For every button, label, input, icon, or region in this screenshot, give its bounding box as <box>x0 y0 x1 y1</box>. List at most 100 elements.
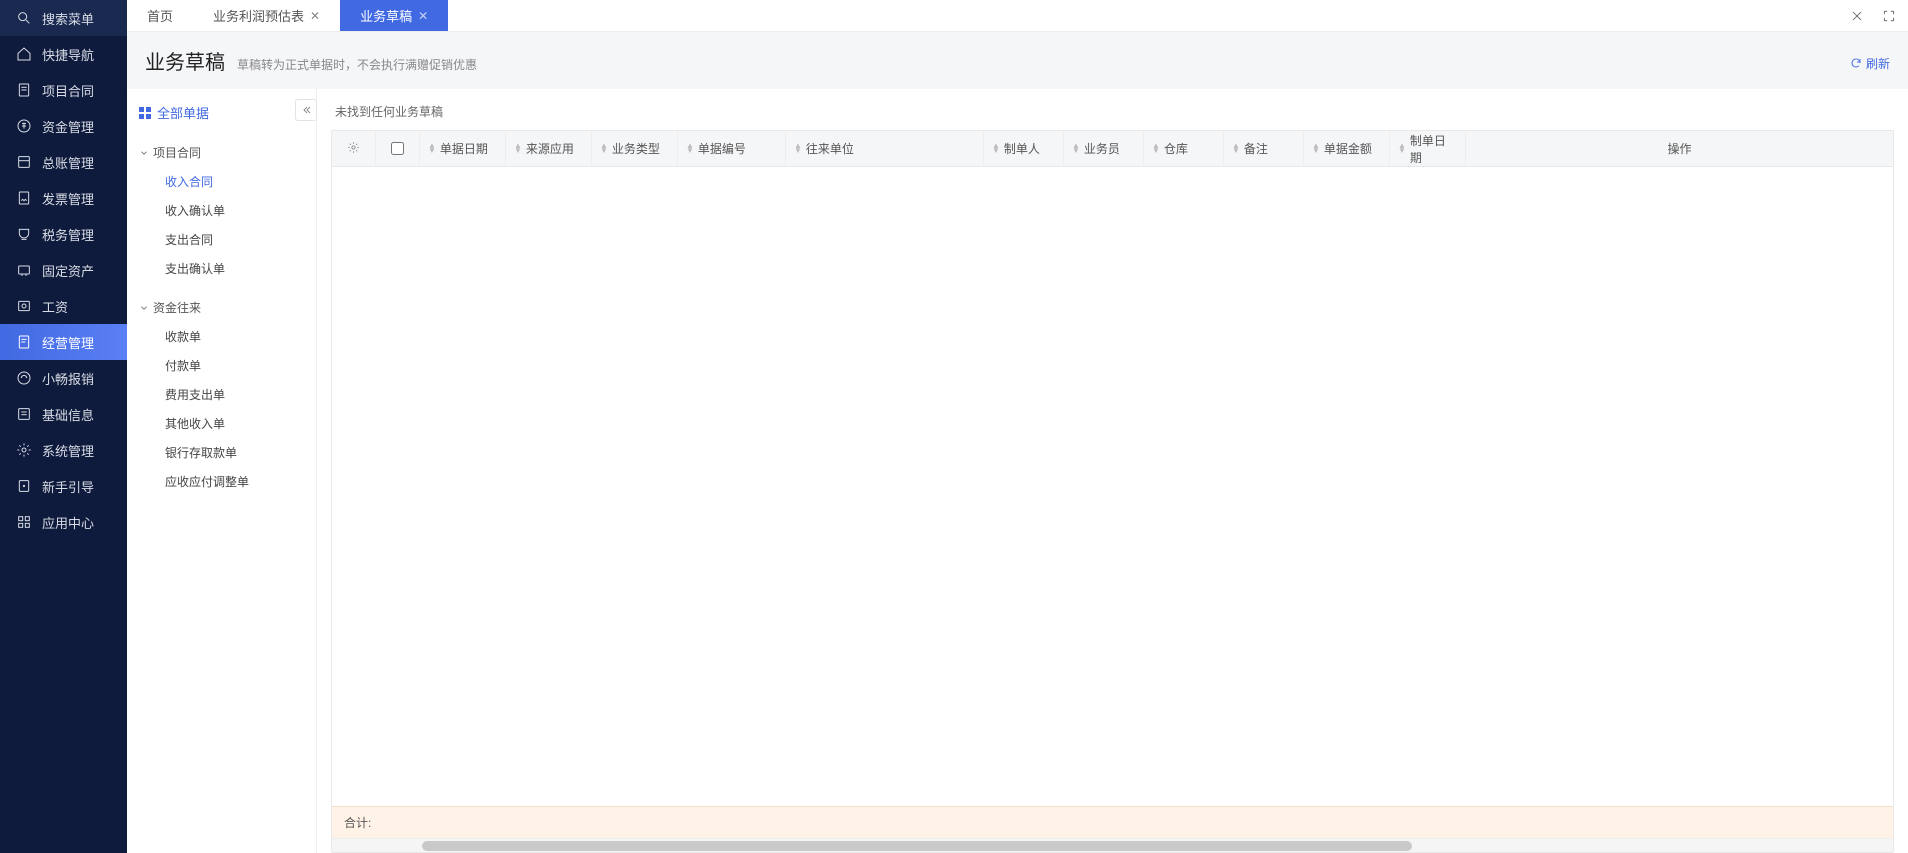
refresh-button[interactable]: 刷新 <box>1850 55 1890 72</box>
sidebar-item-label: 总账管理 <box>42 153 94 172</box>
collapse-tree-button[interactable] <box>295 99 317 121</box>
chevron-left-icon <box>300 104 312 116</box>
sidebar-item-ledger[interactable]: 总账管理 <box>0 144 127 180</box>
sidebar-item-label: 经营管理 <box>42 333 94 352</box>
refresh-label: 刷新 <box>1866 55 1890 72</box>
select-all-checkbox[interactable] <box>376 131 420 166</box>
table-footer-total: 合计: <box>332 806 1893 838</box>
sidebar-item-reimburse[interactable]: 小畅报销 <box>0 360 127 396</box>
invoice-icon <box>16 190 32 206</box>
sort-icon: ▲▼ <box>1152 144 1160 154</box>
tree-header-label: 全部单据 <box>157 103 209 122</box>
money-icon <box>16 118 32 134</box>
sidebar-item-appcenter[interactable]: 应用中心 <box>0 504 127 540</box>
sidebar-item-guide[interactable]: 新手引导 <box>0 468 127 504</box>
close-icon[interactable]: ✕ <box>310 9 320 23</box>
tree-leaf-income-contract[interactable]: 收入合同 <box>127 167 316 196</box>
sort-icon: ▲▼ <box>686 144 694 154</box>
sidebar-item-label: 工资 <box>42 297 68 316</box>
total-label: 合计: <box>344 814 371 831</box>
sidebar-item-invoice[interactable]: 发票管理 <box>0 180 127 216</box>
sidebar-item-system[interactable]: 系统管理 <box>0 432 127 468</box>
tree-group-contract[interactable]: 项目合同 <box>127 138 316 167</box>
tab-profit-report[interactable]: 业务利润预估表 ✕ <box>193 0 340 31</box>
tree-leaf-expense[interactable]: 费用支出单 <box>127 380 316 409</box>
sidebar-item-contract[interactable]: 项目合同 <box>0 72 127 108</box>
tab-label: 业务利润预估表 <box>213 6 304 25</box>
tree-all-docs[interactable]: 全部单据 <box>127 97 316 128</box>
column-header-note[interactable]: ▲▼ 备注 <box>1224 131 1304 166</box>
tree-leaf-bank-deposit[interactable]: 银行存取款单 <box>127 438 316 467</box>
tabs-bar: 首页 业务利润预估表 ✕ 业务草稿 ✕ <box>127 0 1908 32</box>
category-tree-panel: 全部单据 项目合同 收入合同 收入确认单 支出合同 支出确认单 <box>127 89 317 853</box>
sidebar-item-label: 应用中心 <box>42 513 94 532</box>
grid-icon <box>139 107 151 119</box>
tree-leaf-receipt[interactable]: 收款单 <box>127 322 316 351</box>
refresh-icon <box>1850 57 1862 69</box>
tree-leaf-income-confirm[interactable]: 收入确认单 <box>127 196 316 225</box>
column-header-create-date[interactable]: ▲▼ 制单日期 <box>1390 131 1466 166</box>
sidebar-item-label: 系统管理 <box>42 441 94 460</box>
sidebar-item-baseinfo[interactable]: 基础信息 <box>0 396 127 432</box>
reimburse-icon <box>16 370 32 386</box>
column-header-amount[interactable]: ▲▼ 单据金额 <box>1304 131 1390 166</box>
chevron-down-icon <box>139 148 149 158</box>
close-all-button[interactable] <box>1846 5 1868 27</box>
sort-icon: ▲▼ <box>600 144 608 154</box>
column-header-docno[interactable]: ▲▼ 单据编号 <box>678 131 786 166</box>
info-icon <box>16 406 32 422</box>
gear-icon <box>16 442 32 458</box>
sidebar-item-label: 固定资产 <box>42 261 94 280</box>
sidebar-item-quicknav[interactable]: 快捷导航 <box>0 36 127 72</box>
column-settings-button[interactable] <box>332 131 376 166</box>
tree-leaf-payment[interactable]: 付款单 <box>127 351 316 380</box>
sort-icon: ▲▼ <box>1072 144 1080 154</box>
sidebar-item-tax[interactable]: 税务管理 <box>0 216 127 252</box>
tab-draft[interactable]: 业务草稿 ✕ <box>340 0 448 31</box>
salary-icon <box>16 298 32 314</box>
sidebar-item-label: 项目合同 <box>42 81 94 100</box>
tree-leaf-expense-confirm[interactable]: 支出确认单 <box>127 254 316 283</box>
column-header-sales[interactable]: ▲▼ 业务员 <box>1064 131 1144 166</box>
sidebar-item-label: 基础信息 <box>42 405 94 424</box>
sidebar-item-business[interactable]: 经营管理 <box>0 324 127 360</box>
asset-icon <box>16 262 32 278</box>
page-subtitle: 草稿转为正式单据时，不会执行满赠促销优惠 <box>237 56 477 73</box>
sidebar-item-label: 搜索菜单 <box>42 9 94 28</box>
page-title: 业务草稿 <box>145 46 225 75</box>
sidebar-item-salary[interactable]: 工资 <box>0 288 127 324</box>
column-header-partner[interactable]: ▲▼ 往来单位 <box>786 131 984 166</box>
checkbox-input[interactable] <box>391 142 404 155</box>
close-icon[interactable]: ✕ <box>418 9 428 23</box>
main-sidebar: 搜索菜单 快捷导航 项目合同 资金管理 总账管理 发票管理 税务管理 固定资产 <box>0 0 127 853</box>
table-area: 未找到任何业务草稿 ▲▼ 单据日期 <box>317 89 1908 853</box>
appcenter-icon <box>16 514 32 530</box>
sidebar-item-funds[interactable]: 资金管理 <box>0 108 127 144</box>
sidebar-item-label: 税务管理 <box>42 225 94 244</box>
fullscreen-button[interactable] <box>1878 5 1900 27</box>
column-header-type[interactable]: ▲▼ 业务类型 <box>592 131 678 166</box>
empty-message: 未找到任何业务草稿 <box>331 101 1894 130</box>
ledger-icon <box>16 154 32 170</box>
tab-home[interactable]: 首页 <box>127 0 193 31</box>
horizontal-scrollbar[interactable] <box>332 838 1893 852</box>
column-header-date[interactable]: ▲▼ 单据日期 <box>420 131 506 166</box>
sort-icon: ▲▼ <box>992 144 1000 154</box>
sidebar-item-asset[interactable]: 固定资产 <box>0 252 127 288</box>
search-icon <box>16 10 32 26</box>
column-header-creator[interactable]: ▲▼ 制单人 <box>984 131 1064 166</box>
column-header-warehouse[interactable]: ▲▼ 仓库 <box>1144 131 1224 166</box>
guide-icon <box>16 478 32 494</box>
document-icon <box>16 82 32 98</box>
tree-leaf-other-income[interactable]: 其他收入单 <box>127 409 316 438</box>
tree-leaf-expense-contract[interactable]: 支出合同 <box>127 225 316 254</box>
table-body <box>332 167 1893 806</box>
tree-group-funds[interactable]: 资金往来 <box>127 293 316 322</box>
chevron-down-icon <box>139 303 149 313</box>
tree-leaf-adjust[interactable]: 应收应付调整单 <box>127 467 316 496</box>
cup-icon <box>16 226 32 242</box>
sidebar-item-search[interactable]: 搜索菜单 <box>0 0 127 36</box>
sort-icon: ▲▼ <box>514 144 522 154</box>
scrollbar-thumb[interactable] <box>422 841 1412 851</box>
column-header-app[interactable]: ▲▼ 来源应用 <box>506 131 592 166</box>
